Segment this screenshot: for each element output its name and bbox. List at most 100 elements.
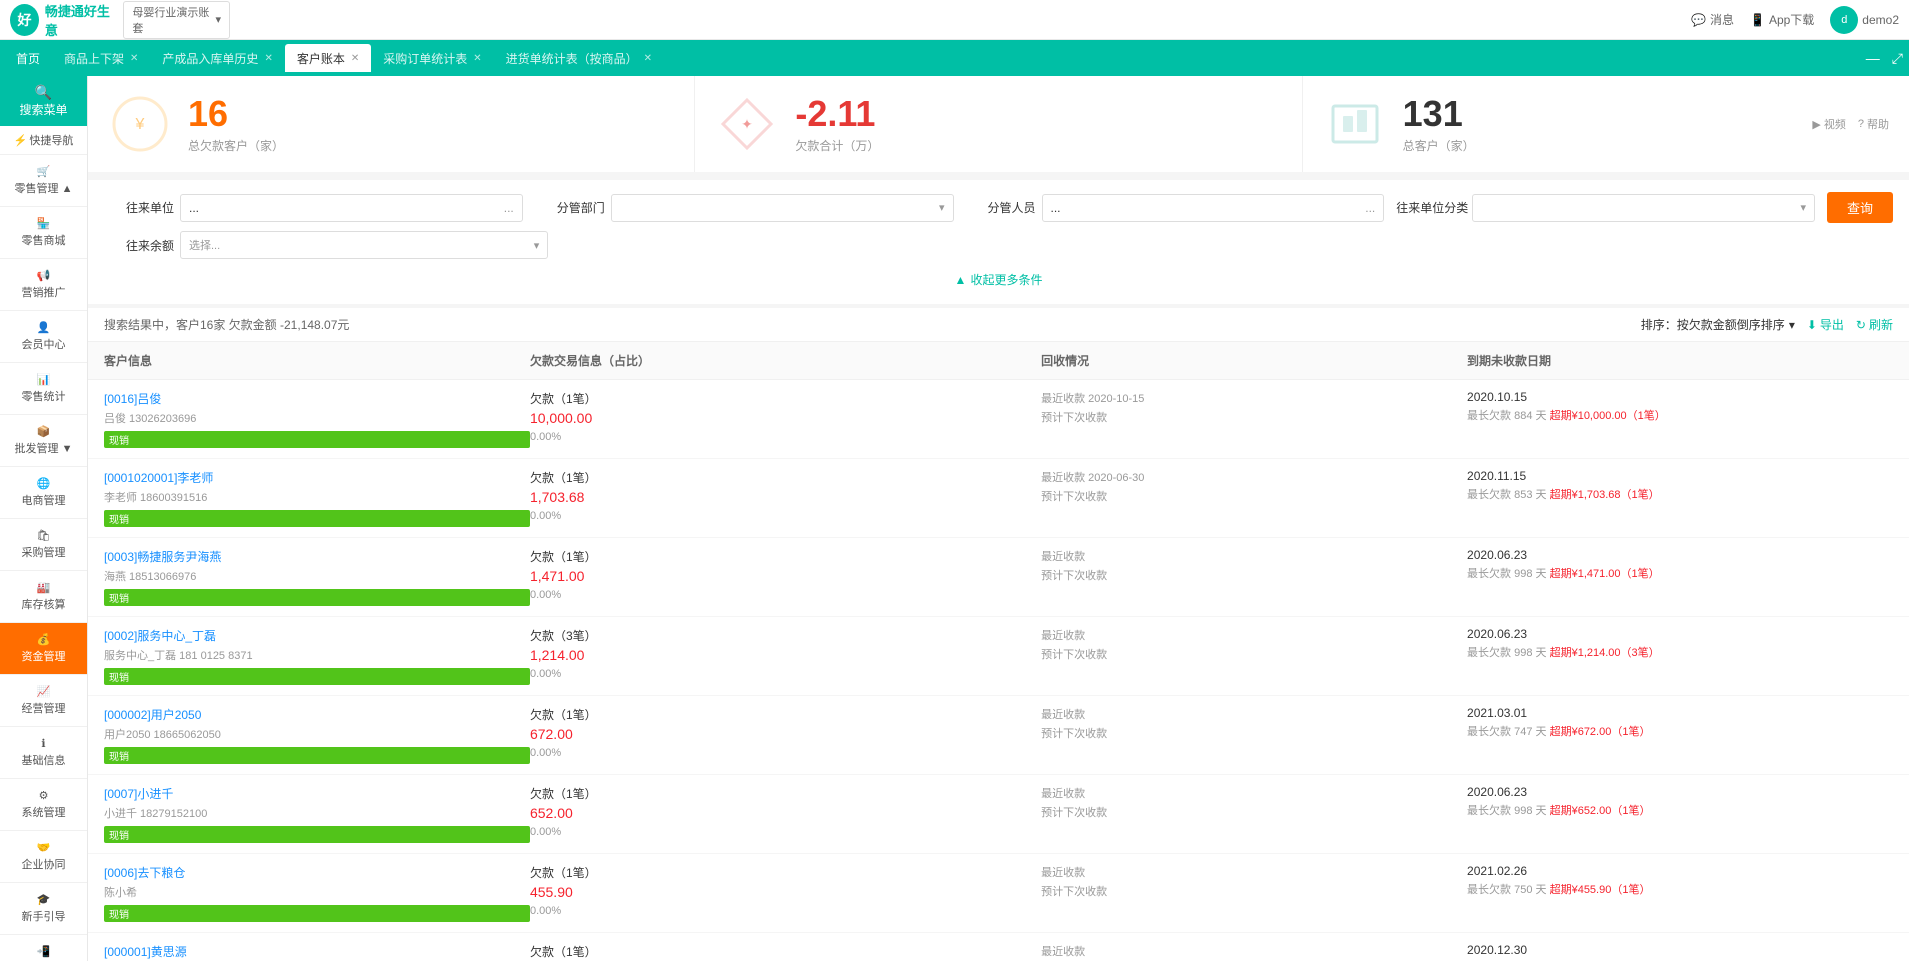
debt-amount-2[interactable]: 1,471.00 xyxy=(530,568,1041,584)
tab-production-close[interactable]: ✕ xyxy=(264,53,272,64)
sidebar-search-label: 搜索菜单 xyxy=(6,101,81,118)
tab-products-label: 商品上下架 xyxy=(64,50,124,67)
debt-amount-0[interactable]: 10,000.00 xyxy=(530,410,1041,426)
sidebar-item-system[interactable]: ⚙ 系统管理 xyxy=(0,779,87,831)
sidebar-item-finance[interactable]: 💰 资金管理 xyxy=(0,623,87,675)
search-button[interactable]: 查询 xyxy=(1827,192,1893,223)
tab-products[interactable]: 商品上下架 ✕ xyxy=(52,44,150,72)
customer-name-5[interactable]: [0007]小进千 xyxy=(104,785,530,802)
ops-label: 经营管理 xyxy=(4,700,83,716)
customer-name-7[interactable]: [000001]黄思源 xyxy=(104,943,530,960)
recovery-label-6: 最近收款 xyxy=(1041,864,1467,880)
retail-mgmt-label: 零售管理 ▲ xyxy=(4,180,83,196)
customer-name-4[interactable]: [000002]用户2050 xyxy=(104,706,530,723)
debt-amount-5[interactable]: 652.00 xyxy=(530,805,1041,821)
customer-sub-2: 海燕 18513066976 xyxy=(104,568,530,584)
tab-products-close[interactable]: ✕ xyxy=(130,53,138,64)
sidebar-item-app-center[interactable]: 📲 应用中心 xyxy=(0,935,87,961)
tab-minimize-btn[interactable]: — xyxy=(1864,48,1882,68)
filter-area: 往来单位 ... 分管部门 ▾ 分管人员 xyxy=(88,180,1909,304)
sidebar-item-ops[interactable]: 📈 经营管理 xyxy=(0,675,87,727)
quick-nav[interactable]: ⚡ 快捷导航 xyxy=(0,126,87,155)
filter-category-select[interactable]: ▾ xyxy=(1472,194,1815,222)
col-header-customer: 客户信息 xyxy=(104,352,530,369)
sidebar-item-new-guide[interactable]: 🎓 新手引导 xyxy=(0,883,87,935)
marketing-icon: 📢 xyxy=(4,269,83,282)
filter-item-person: 分管人员 ... xyxy=(966,194,1385,222)
debt-info-6: 欠款（1笔） 455.90 0.00% xyxy=(530,864,1041,917)
overdue-link-3[interactable]: 超期¥1,214.00（3笔） xyxy=(1550,647,1660,659)
sidebar-item-inventory[interactable]: 🏭 库存核算 xyxy=(0,571,87,623)
user-profile[interactable]: d demo2 xyxy=(1830,6,1899,34)
filter-unit-input[interactable]: ... xyxy=(180,194,523,222)
overdue-link-4[interactable]: 超期¥672.00（1笔） xyxy=(1550,726,1651,738)
customer-info-7: [000001]黄思源 黄思源 13552700226 现销 xyxy=(104,943,530,961)
tab-maximize-btn[interactable]: ⤢ xyxy=(1890,48,1905,69)
debt-amount-6[interactable]: 455.90 xyxy=(530,884,1041,900)
filter-item-balance: 往来余额 选择... ▾ xyxy=(104,231,548,259)
filter-dept-label: 分管部门 xyxy=(535,199,605,216)
customer-name-2[interactable]: [0003]畅捷服务尹海燕 xyxy=(104,548,530,565)
tab-customer-close[interactable]: ✕ xyxy=(351,53,359,64)
recovery-next-4: 预计下次收款 xyxy=(1041,725,1467,741)
overdue-link-5[interactable]: 超期¥652.00（1笔） xyxy=(1550,805,1651,817)
overdue-detail-3: 最长欠款 998 天 超期¥1,214.00（3笔） xyxy=(1467,644,1893,660)
message-btn[interactable]: 💬 消息 xyxy=(1691,11,1734,28)
app-download-btn[interactable]: 📱 App下载 xyxy=(1750,11,1814,28)
debt-amount-3[interactable]: 1,214.00 xyxy=(530,647,1041,663)
filter-balance-select[interactable]: 选择... ▾ xyxy=(180,231,548,259)
recovery-label-3: 最近收款 xyxy=(1041,627,1467,643)
finance-label: 资金管理 xyxy=(4,648,83,664)
sidebar-item-ecommerce[interactable]: 🌐 电商管理 xyxy=(0,467,87,519)
overdue-link-1[interactable]: 超期¥1,703.68（1笔） xyxy=(1550,489,1660,501)
filter-item-unit: 往来单位 ... xyxy=(104,194,523,222)
table-row: [0001020001]李老师 李老师 18600391516 现销 欠款（1笔… xyxy=(88,459,1909,538)
sidebar-item-retail-stats[interactable]: 📊 零售统计 xyxy=(0,363,87,415)
industry-arrow: ▾ xyxy=(215,13,221,26)
industry-selector[interactable]: 母婴行业演示账套 ▾ xyxy=(123,1,230,39)
debt-amount-1[interactable]: 1,703.68 xyxy=(530,489,1041,505)
tab-purchase[interactable]: 采购订单统计表 ✕ xyxy=(371,44,493,72)
recovery-next-2: 预计下次收款 xyxy=(1041,567,1467,583)
sidebar-item-basic-info[interactable]: ℹ 基础信息 xyxy=(0,727,87,779)
overdue-link-0[interactable]: 超期¥10,000.00（1笔） xyxy=(1550,410,1666,422)
sidebar-item-enterprise-coop[interactable]: 🤝 企业协同 xyxy=(0,831,87,883)
sidebar-item-retail-mgmt[interactable]: 🛒 零售管理 ▲ xyxy=(0,155,87,207)
collapse-row[interactable]: ▲ 收起更多条件 xyxy=(104,267,1893,292)
tab-purchase-close[interactable]: ✕ xyxy=(473,53,481,64)
inventory-icon: 🏭 xyxy=(4,581,83,594)
help-btn[interactable]: ? 帮助 xyxy=(1858,116,1889,132)
customer-info-3: [0002]服务中心_丁磊 服务中心_丁磊 181 0125 8371 现销 xyxy=(104,627,530,685)
sidebar-item-member[interactable]: 👤 会员中心 xyxy=(0,311,87,363)
debt-count-0: 欠款（1笔） xyxy=(530,390,1041,407)
refresh-btn[interactable]: ↻ 刷新 xyxy=(1856,316,1893,333)
tab-customer[interactable]: 客户账本 ✕ xyxy=(285,44,371,72)
customer-name-6[interactable]: [0006]去下粮仓 xyxy=(104,864,530,881)
sidebar-item-retail-mall[interactable]: 🏪 零售商城 xyxy=(0,207,87,259)
video-btn[interactable]: ▶ 视频 xyxy=(1812,116,1845,132)
overdue-date-2: 2020.06.23 xyxy=(1467,548,1893,562)
sort-selector[interactable]: 排序：按欠款金额倒序排序 ▾ xyxy=(1641,316,1795,333)
export-btn[interactable]: ⬇ 导出 xyxy=(1807,316,1844,333)
debt-amount-4[interactable]: 672.00 xyxy=(530,726,1041,742)
tab-inventory[interactable]: 进货单统计表（按商品） ✕ xyxy=(494,44,664,72)
stat-label-2: 欠款合计（万） xyxy=(795,137,879,154)
overdue-link-6[interactable]: 超期¥455.90（1笔） xyxy=(1550,884,1651,896)
sidebar-item-purchase-mgmt[interactable]: 🛍 采购管理 xyxy=(0,519,87,571)
stat-card-3: 131 总客户（家） ▶ 视频 ? 帮助 xyxy=(1303,76,1909,172)
debt-count-4: 欠款（1笔） xyxy=(530,706,1041,723)
sidebar-search[interactable]: 🔍 搜索菜单 xyxy=(0,76,87,126)
customer-name-3[interactable]: [0002]服务中心_丁磊 xyxy=(104,627,530,644)
tab-home[interactable]: 首页 xyxy=(4,44,52,72)
customer-name-1[interactable]: [0001020001]李老师 xyxy=(104,469,530,486)
overdue-link-2[interactable]: 超期¥1,471.00（1笔） xyxy=(1550,568,1660,580)
stat-value-3: 131 xyxy=(1403,94,1475,134)
filter-person-input[interactable]: ... xyxy=(1042,194,1385,222)
sidebar-item-marketing[interactable]: 📢 营销推广 xyxy=(0,259,87,311)
filter-dept-select[interactable]: ▾ xyxy=(611,194,954,222)
tab-production[interactable]: 产成品入库单历史 ✕ xyxy=(150,44,284,72)
tab-inventory-close[interactable]: ✕ xyxy=(644,53,652,64)
tab-bar-right: — ⤢ xyxy=(1864,48,1905,69)
customer-name-0[interactable]: [0016]吕俊 xyxy=(104,390,530,407)
sidebar-item-batch-mgmt[interactable]: 📦 批发管理 ▼ xyxy=(0,415,87,467)
